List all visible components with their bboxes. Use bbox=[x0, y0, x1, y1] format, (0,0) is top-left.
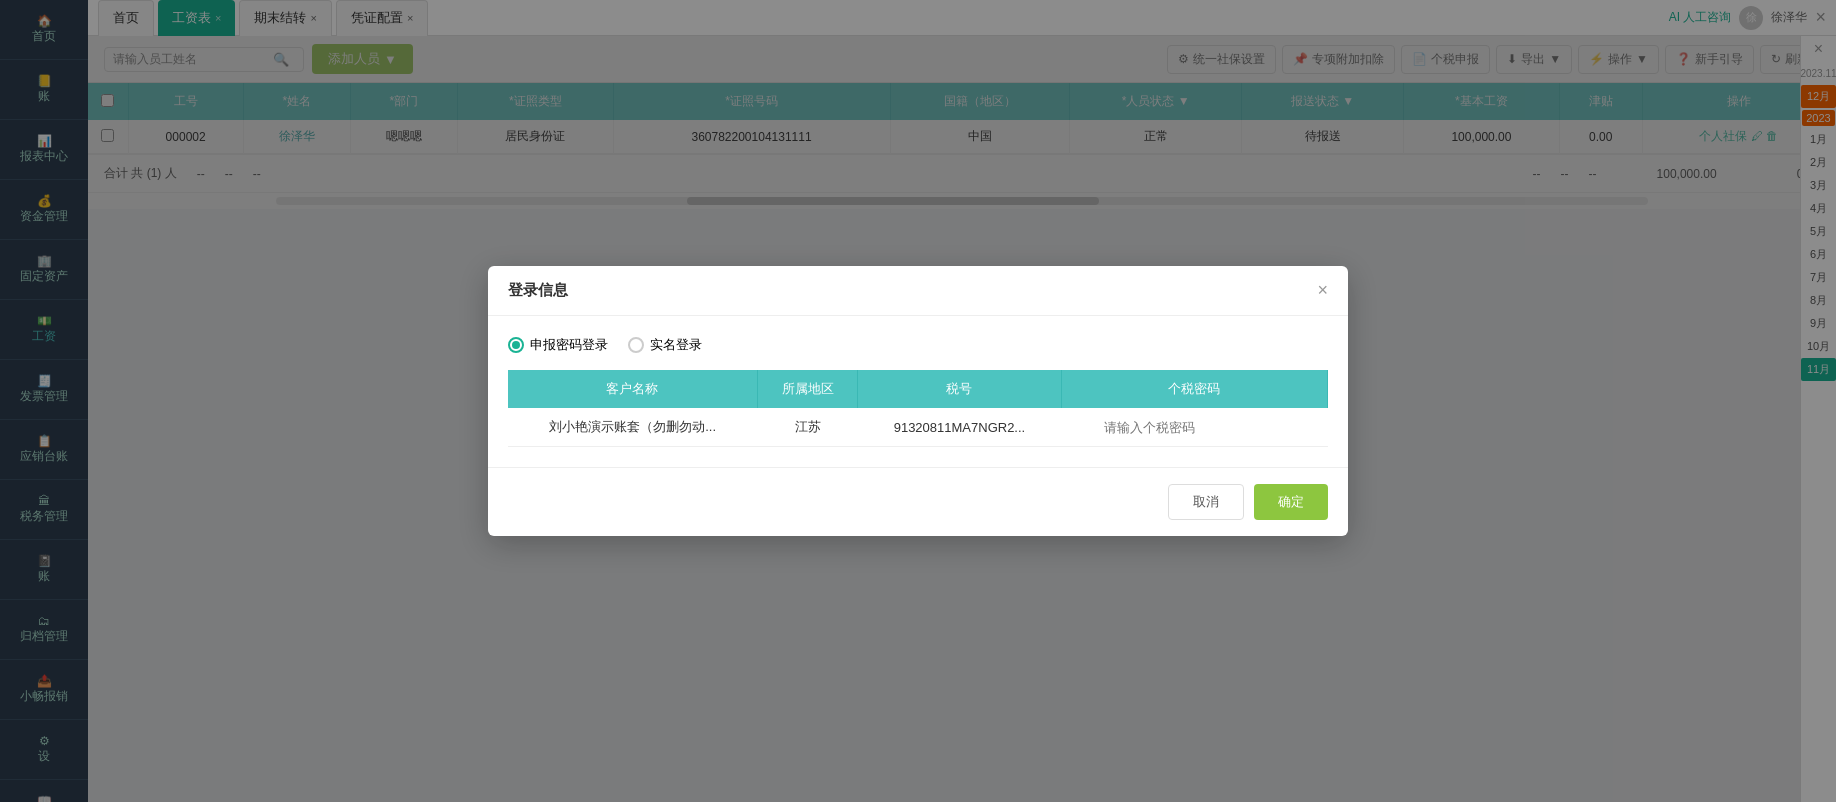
login-info-table: 客户名称 所属地区 税号 个税密码 刘小艳演示账套（勿删勿动... 江苏 913… bbox=[508, 370, 1328, 447]
dialog-overlay: 登录信息 × 申报密码登录 实名登录 客户名称 bbox=[0, 0, 1836, 802]
dialog-title: 登录信息 bbox=[508, 281, 568, 300]
tax-password-input[interactable] bbox=[1104, 420, 1284, 435]
col-region: 所属地区 bbox=[757, 370, 858, 408]
region-cell: 江苏 bbox=[757, 408, 858, 447]
col-tax-password: 个税密码 bbox=[1061, 370, 1327, 408]
radio-password-circle bbox=[508, 337, 524, 353]
login-type-radio-group: 申报密码登录 实名登录 bbox=[508, 336, 1328, 354]
radio-realname-circle bbox=[628, 337, 644, 353]
col-tax-no: 税号 bbox=[858, 370, 1061, 408]
login-dialog: 登录信息 × 申报密码登录 实名登录 客户名称 bbox=[488, 266, 1348, 536]
cancel-button[interactable]: 取消 bbox=[1168, 484, 1244, 520]
dialog-body: 申报密码登录 实名登录 客户名称 所属地区 税号 个税密码 bbox=[488, 316, 1348, 467]
dialog-header: 登录信息 × bbox=[488, 266, 1348, 316]
password-input-cell[interactable] bbox=[1061, 408, 1327, 447]
col-client-name: 客户名称 bbox=[508, 370, 757, 408]
tax-no-cell: 91320811MA7NGR2... bbox=[858, 408, 1061, 447]
confirm-button[interactable]: 确定 bbox=[1254, 484, 1328, 520]
dialog-footer: 取消 确定 bbox=[488, 467, 1348, 536]
login-table-row: 刘小艳演示账套（勿删勿动... 江苏 91320811MA7NGR2... bbox=[508, 408, 1328, 447]
radio-password-login[interactable]: 申报密码登录 bbox=[508, 336, 608, 354]
radio-realname-login[interactable]: 实名登录 bbox=[628, 336, 702, 354]
client-name-cell: 刘小艳演示账套（勿删勿动... bbox=[508, 408, 757, 447]
dialog-close-button[interactable]: × bbox=[1317, 280, 1328, 301]
